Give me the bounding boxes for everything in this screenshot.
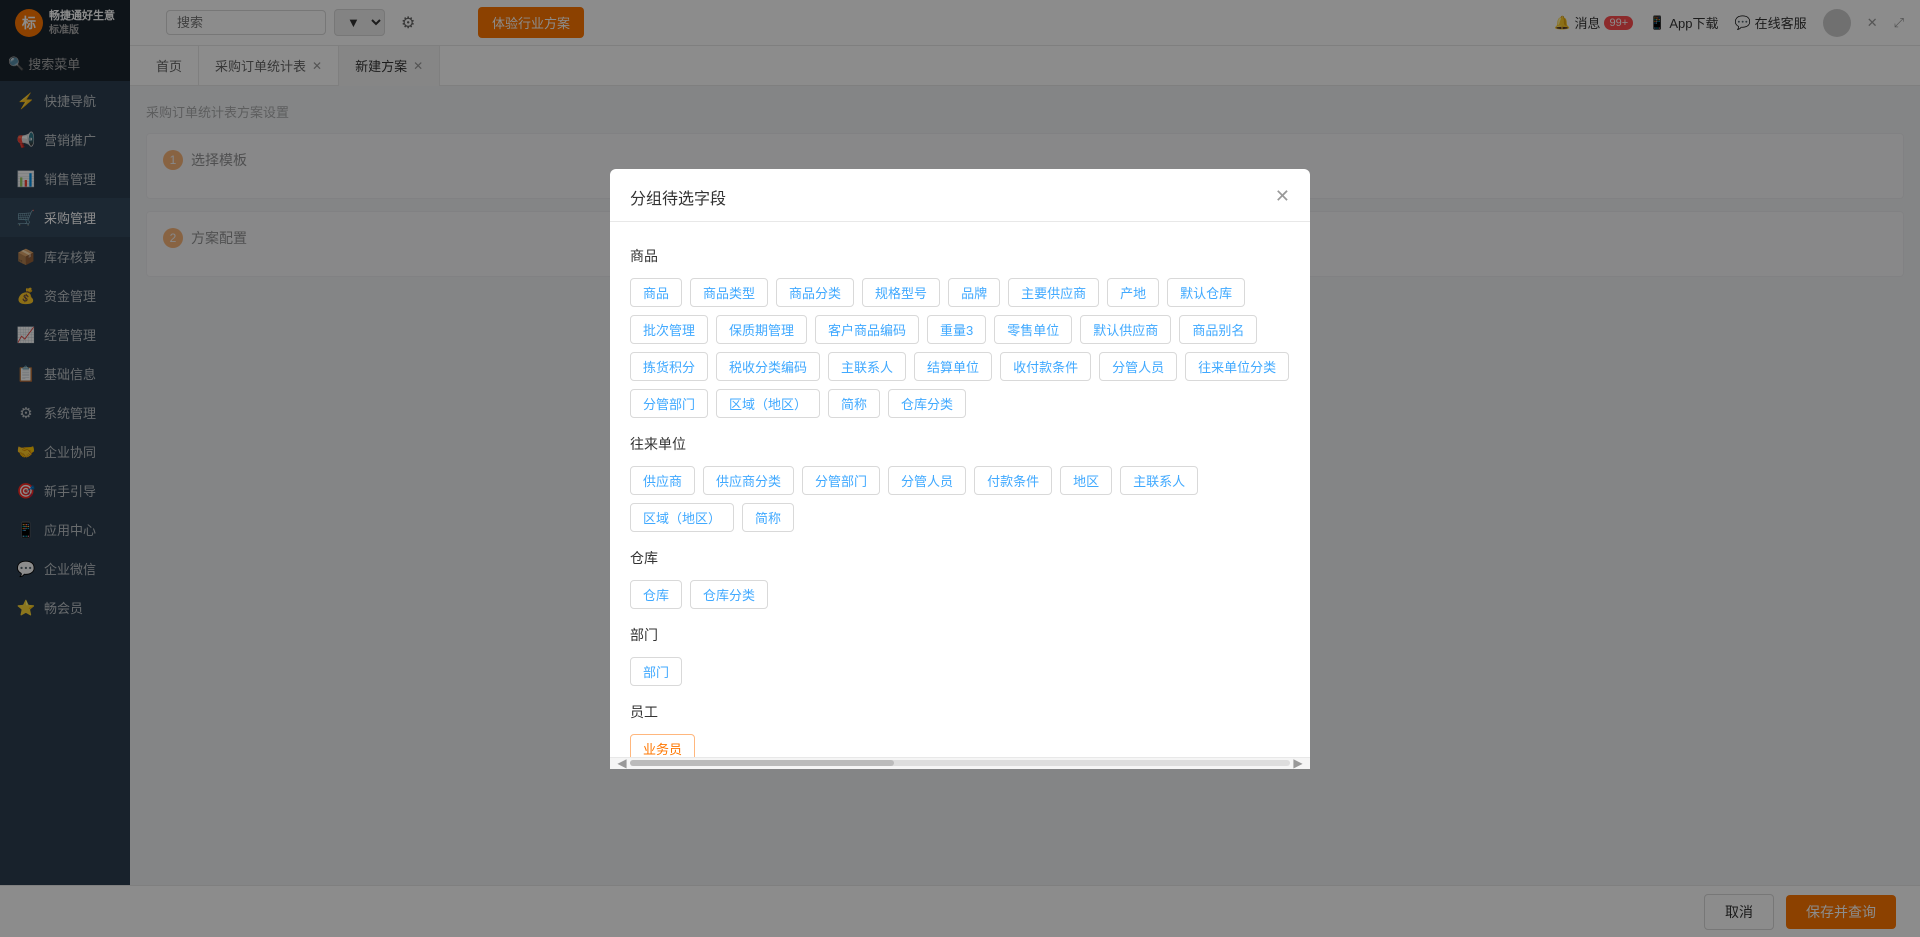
section-title-department: 部门 [630, 625, 1290, 645]
field-tag-product-主要供应商[interactable]: 主要供应商 [1008, 278, 1099, 307]
field-tag-product-默认供应商[interactable]: 默认供应商 [1080, 315, 1171, 344]
field-tag-product-产地[interactable]: 产地 [1107, 278, 1159, 307]
modal-title: 分组待选字段 [630, 185, 726, 209]
field-tag-product-结算单位[interactable]: 结算单位 [914, 352, 992, 381]
field-tag-counterpart-分管部门[interactable]: 分管部门 [802, 466, 880, 495]
field-tag-product-零售单位[interactable]: 零售单位 [994, 315, 1072, 344]
field-tag-product-税收分类编码[interactable]: 税收分类编码 [716, 352, 820, 381]
field-tag-product-重量3[interactable]: 重量3 [927, 315, 986, 344]
field-tag-product-主联系人[interactable]: 主联系人 [828, 352, 906, 381]
field-tag-counterpart-供应商分类[interactable]: 供应商分类 [703, 466, 794, 495]
modal-footer-scroll: ◀ ▶ [610, 757, 1310, 769]
field-tag-product-保质期管理[interactable]: 保质期管理 [716, 315, 807, 344]
modal-close-button[interactable]: ✕ [1275, 186, 1290, 207]
field-tag-counterpart-区域地区[interactable]: 区域（地区） [630, 503, 734, 532]
field-tag-product-规格型号[interactable]: 规格型号 [862, 278, 940, 307]
field-tag-product-拣货积分[interactable]: 拣货积分 [630, 352, 708, 381]
horizontal-scrollbar[interactable] [630, 760, 1290, 766]
modal-overlay: 分组待选字段 ✕ 商品 商品 商品类型 商品分类 规格型号 品牌 主要供应商 产… [0, 0, 1920, 937]
field-tag-product-商品[interactable]: 商品 [630, 278, 682, 307]
field-grid-department: 部门 [630, 657, 1290, 686]
field-tag-product-商品别名[interactable]: 商品别名 [1179, 315, 1257, 344]
field-tag-product-品牌[interactable]: 品牌 [948, 278, 1000, 307]
field-grid-counterpart: 供应商 供应商分类 分管部门 分管人员 付款条件 地区 主联系人 区域（地区） … [630, 466, 1290, 532]
field-grid-product: 商品 商品类型 商品分类 规格型号 品牌 主要供应商 产地 默认仓库 批次管理 … [630, 278, 1290, 418]
modal-dialog: 分组待选字段 ✕ 商品 商品 商品类型 商品分类 规格型号 品牌 主要供应商 产… [610, 169, 1310, 769]
section-title-counterpart: 往来单位 [630, 434, 1290, 454]
field-grid-warehouse: 仓库 仓库分类 [630, 580, 1290, 609]
section-title-warehouse: 仓库 [630, 548, 1290, 568]
field-tag-counterpart-供应商[interactable]: 供应商 [630, 466, 695, 495]
section-title-product: 商品 [630, 246, 1290, 266]
field-tag-product-分管人员[interactable]: 分管人员 [1099, 352, 1177, 381]
field-tag-counterpart-付款条件[interactable]: 付款条件 [974, 466, 1052, 495]
field-grid-employee: 业务员 [630, 734, 1290, 757]
field-tag-counterpart-简称[interactable]: 简称 [742, 503, 794, 532]
field-tag-product-分管部门[interactable]: 分管部门 [630, 389, 708, 418]
field-tag-product-往来单位分类[interactable]: 往来单位分类 [1185, 352, 1289, 381]
scroll-right-btn[interactable]: ▶ [1290, 756, 1306, 770]
field-tag-product-批次管理[interactable]: 批次管理 [630, 315, 708, 344]
field-tag-counterpart-主联系人[interactable]: 主联系人 [1120, 466, 1198, 495]
field-tag-warehouse-仓库分类[interactable]: 仓库分类 [690, 580, 768, 609]
field-tag-product-简称[interactable]: 简称 [828, 389, 880, 418]
field-tag-product-默认仓库[interactable]: 默认仓库 [1167, 278, 1245, 307]
scrollbar-thumb [630, 760, 894, 766]
field-tag-product-客户商品编码[interactable]: 客户商品编码 [815, 315, 919, 344]
field-tag-counterpart-分管人员[interactable]: 分管人员 [888, 466, 966, 495]
modal-body: 商品 商品 商品类型 商品分类 规格型号 品牌 主要供应商 产地 默认仓库 批次… [610, 222, 1310, 757]
field-tag-counterpart-地区[interactable]: 地区 [1060, 466, 1112, 495]
modal-header: 分组待选字段 ✕ [610, 169, 1310, 222]
field-tag-warehouse-仓库[interactable]: 仓库 [630, 580, 682, 609]
field-tag-product-收付款条件[interactable]: 收付款条件 [1000, 352, 1091, 381]
field-tag-product-区域地区[interactable]: 区域（地区） [716, 389, 820, 418]
field-tag-department-部门[interactable]: 部门 [630, 657, 682, 686]
field-tag-product-仓库分类[interactable]: 仓库分类 [888, 389, 966, 418]
section-title-employee: 员工 [630, 702, 1290, 722]
field-tag-employee-业务员[interactable]: 业务员 [630, 734, 695, 757]
field-tag-product-商品分类[interactable]: 商品分类 [776, 278, 854, 307]
field-tag-product-商品类型[interactable]: 商品类型 [690, 278, 768, 307]
scroll-left-btn[interactable]: ◀ [614, 756, 630, 770]
